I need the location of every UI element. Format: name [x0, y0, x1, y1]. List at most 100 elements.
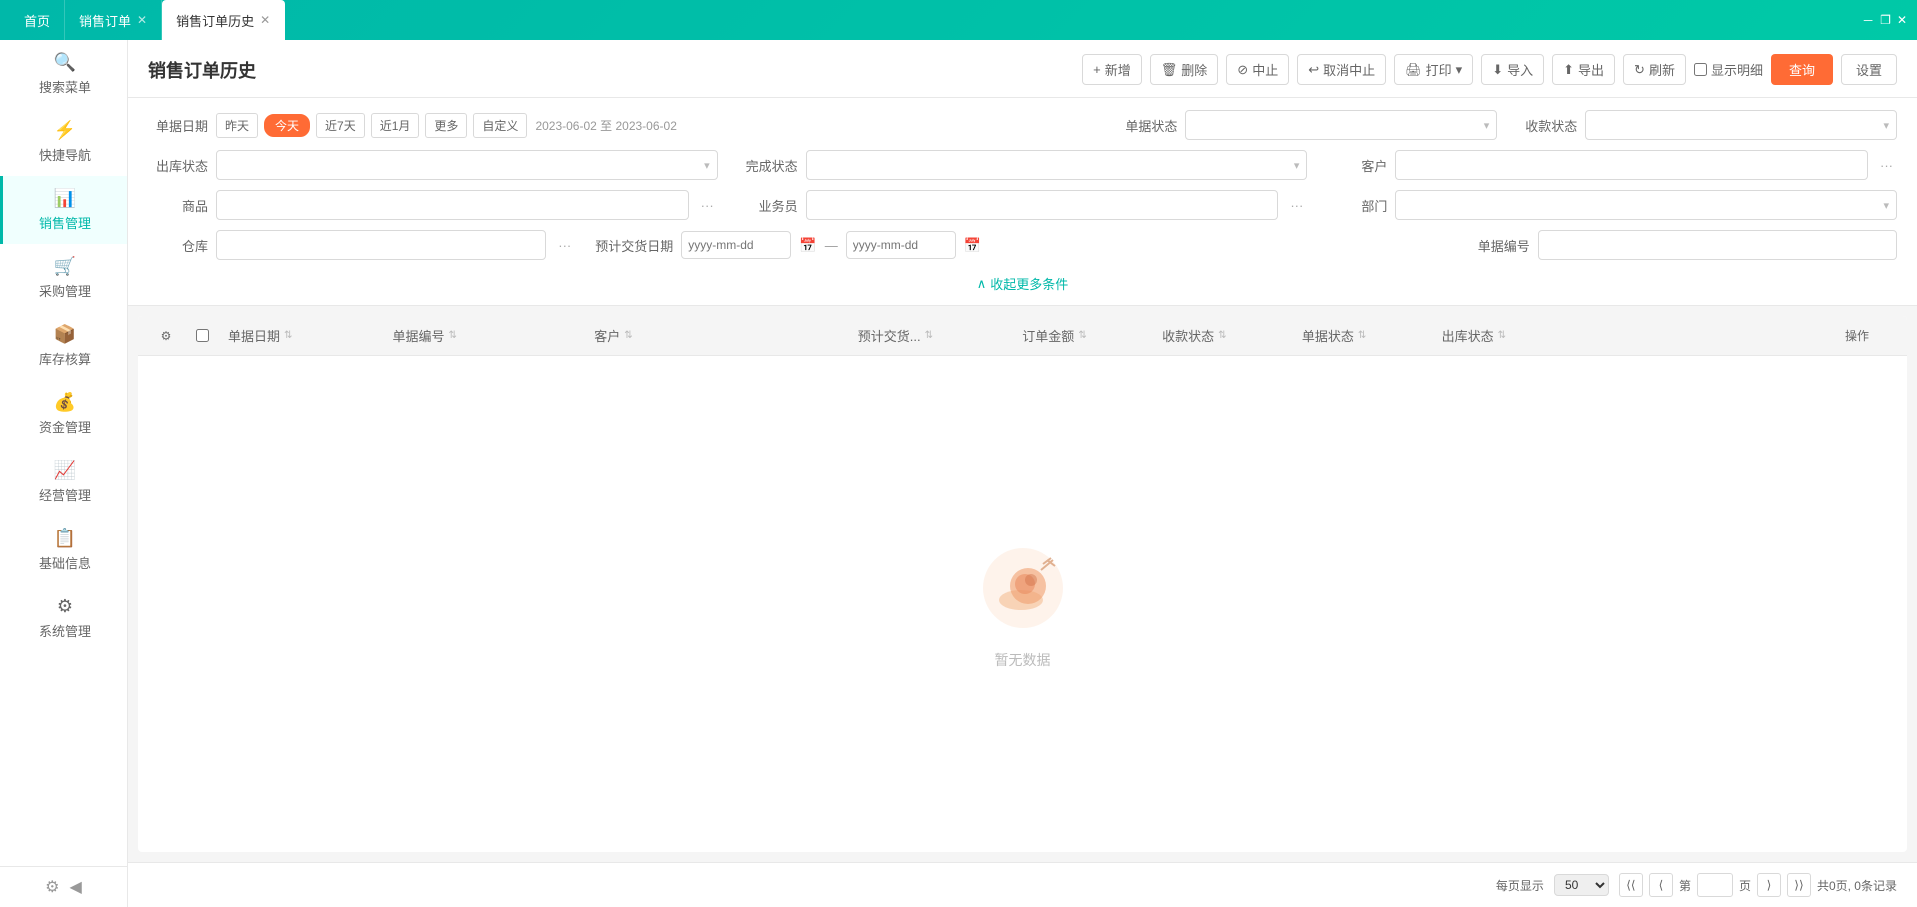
export-label: 导出 [1578, 60, 1604, 79]
customer-input[interactable] [1395, 150, 1868, 180]
basic-info-icon: 📋 [54, 528, 76, 549]
goods-input[interactable] [216, 190, 689, 220]
salesperson-more-icon[interactable]: ··· [1286, 198, 1307, 213]
th-checkbox[interactable] [184, 329, 220, 342]
goods-more-icon[interactable]: ··· [697, 198, 718, 213]
settings-bottom-icon[interactable]: ⚙ [45, 877, 59, 897]
page-label-prefix: 第 [1679, 877, 1691, 894]
filter-complete-status: 完成状态 ▾ [738, 150, 1308, 180]
query-button[interactable]: 查询 [1771, 54, 1833, 85]
th-pay-status[interactable]: 收款状态 ⇅ [1154, 326, 1294, 345]
th-amount[interactable]: 订单金额 ⇅ [1014, 326, 1154, 345]
th-order-status[interactable]: 单据状态 ⇅ [1294, 326, 1434, 345]
sidebar-item-purchase-label: 采购管理 [39, 281, 91, 300]
first-page-btn[interactable]: ⟨⟨ [1619, 873, 1643, 897]
th-customer[interactable]: 客户 ⇅ [586, 326, 850, 345]
date-more-btn[interactable]: 更多 [425, 113, 467, 138]
sidebar-item-quicknav[interactable]: ⚡ 快捷导航 [0, 108, 127, 176]
prev-page-btn[interactable]: ⟨ [1649, 873, 1673, 897]
page-title-row: 销售订单历史 + 新增 🗑 删除 ⊘ 中止 ↩ [148, 54, 1897, 85]
sort-delivery-icon: ⇅ [925, 330, 933, 341]
print-button[interactable]: 🖨 打印 ▾ [1394, 54, 1473, 85]
delete-button[interactable]: 🗑 删除 [1150, 54, 1219, 85]
sidebar-item-inventory[interactable]: 📦 库存核算 [0, 312, 127, 380]
stop-button[interactable]: ⊘ 中止 [1226, 54, 1289, 85]
th-action: 操作 [1837, 327, 1897, 344]
calendar-start-icon[interactable]: 📅 [799, 237, 816, 254]
calendar-end-icon[interactable]: 📅 [964, 237, 981, 254]
filter-payment-status: 收款状态 ▾ [1517, 110, 1897, 140]
show-detail-checkbox-label[interactable]: 显示明细 [1694, 60, 1763, 79]
refresh-button[interactable]: ↻ 刷新 [1623, 54, 1686, 85]
date-custom-btn[interactable]: 自定义 [473, 113, 527, 138]
th-pay-status-label: 收款状态 [1162, 326, 1214, 345]
sidebar-item-search[interactable]: 🔍 搜索菜单 [0, 40, 127, 108]
select-all-checkbox[interactable] [196, 329, 209, 342]
current-page-input[interactable]: 1 [1697, 873, 1733, 897]
expected-date-end[interactable] [846, 231, 956, 259]
expected-date-start[interactable] [681, 231, 791, 259]
cancel-stop-button[interactable]: ↩ 取消中止 [1297, 54, 1386, 85]
content-area: 销售订单历史 + 新增 🗑 删除 ⊘ 中止 ↩ [128, 40, 1917, 907]
delete-icon: 🗑 [1161, 62, 1178, 78]
tab-sales-order-history-close[interactable]: ✕ [260, 13, 270, 27]
out-status-select[interactable] [216, 150, 718, 180]
warehouse-input[interactable] [216, 230, 546, 260]
sidebar-item-basic-info[interactable]: 📋 基础信息 [0, 516, 127, 584]
export-icon: ⬆ [1563, 62, 1574, 78]
complete-status-select[interactable] [806, 150, 1308, 180]
add-button[interactable]: + 新增 [1082, 54, 1142, 85]
customer-more-icon[interactable]: ··· [1876, 158, 1897, 173]
th-settings[interactable]: ⚙ [148, 329, 184, 343]
filter-department: 部门 ▾ [1327, 190, 1897, 220]
cancel-stop-icon: ↩ [1308, 62, 1319, 78]
tab-home[interactable]: 首页 [10, 0, 65, 40]
payment-status-select[interactable] [1585, 110, 1897, 140]
tab-home-label: 首页 [24, 11, 50, 30]
add-label: 新增 [1105, 60, 1131, 79]
date-7days-btn[interactable]: 近7天 [316, 113, 365, 138]
date-yesterday-btn[interactable]: 昨天 [216, 113, 258, 138]
last-page-btn[interactable]: ⟩⟩ [1787, 873, 1811, 897]
th-customer-label: 客户 [594, 326, 620, 345]
table-footer: 每页显示 20 50 100 ⟨⟨ ⟨ 第 1 页 ⟩ ⟩⟩ 共0页, 0条记录 [128, 862, 1917, 907]
date-shortcuts-group: 昨天 今天 近7天 近1月 更多 自定义 [216, 113, 527, 138]
th-date[interactable]: 单据日期 ⇅ [220, 326, 385, 345]
filter-warehouse: 仓库 ··· [148, 230, 575, 260]
collapse-sidebar-icon[interactable]: ◀ [70, 877, 82, 897]
import-button[interactable]: ⬇ 导入 [1481, 54, 1544, 85]
collapse-button[interactable]: ∧ 收起更多条件 [977, 274, 1069, 293]
next-page-btn[interactable]: ⟩ [1757, 873, 1781, 897]
business-icon: 📈 [54, 460, 76, 481]
warehouse-more-icon[interactable]: ··· [554, 238, 575, 253]
tab-sales-order-close[interactable]: ✕ [137, 13, 147, 27]
salesperson-input[interactable] [806, 190, 1279, 220]
window-close-icon[interactable]: ✕ [1897, 13, 1907, 27]
show-detail-checkbox[interactable] [1694, 63, 1707, 76]
department-select[interactable] [1395, 190, 1897, 220]
page-size-select[interactable]: 20 50 100 [1554, 874, 1609, 896]
window-restore-icon[interactable]: ❐ [1880, 13, 1891, 27]
sidebar-item-system[interactable]: ⚙ 系统管理 [0, 584, 127, 652]
sidebar-item-purchase[interactable]: 🛒 采购管理 [0, 244, 127, 312]
sidebar-item-sales[interactable]: 📊 销售管理 [0, 176, 127, 244]
window-minimize-icon[interactable]: － [1862, 12, 1874, 29]
date-1month-btn[interactable]: 近1月 [371, 113, 420, 138]
page-size-label: 每页显示 [1496, 877, 1544, 894]
sidebar-item-business[interactable]: 📈 经营管理 [0, 448, 127, 516]
th-order-status-label: 单据状态 [1302, 326, 1354, 345]
export-button[interactable]: ⬆ 导出 [1552, 54, 1615, 85]
tab-sales-order[interactable]: 销售订单 ✕ [65, 0, 162, 40]
order-no-input[interactable] [1538, 230, 1897, 260]
th-no[interactable]: 单据编号 ⇅ [385, 326, 587, 345]
order-status-select[interactable] [1185, 110, 1497, 140]
th-out-status[interactable]: 出库状态 ⇅ [1434, 326, 1574, 345]
date-today-btn[interactable]: 今天 [264, 114, 310, 137]
th-delivery[interactable]: 预计交货... ⇅ [850, 326, 1015, 345]
tab-sales-order-history[interactable]: 销售订单历史 ✕ [162, 0, 285, 40]
quicknav-icon: ⚡ [54, 120, 76, 141]
sidebar-item-business-label: 经营管理 [39, 485, 91, 504]
sort-date-icon: ⇅ [284, 330, 292, 341]
settings-button[interactable]: 设置 [1841, 54, 1897, 85]
sidebar-item-finance[interactable]: 💰 资金管理 [0, 380, 127, 448]
